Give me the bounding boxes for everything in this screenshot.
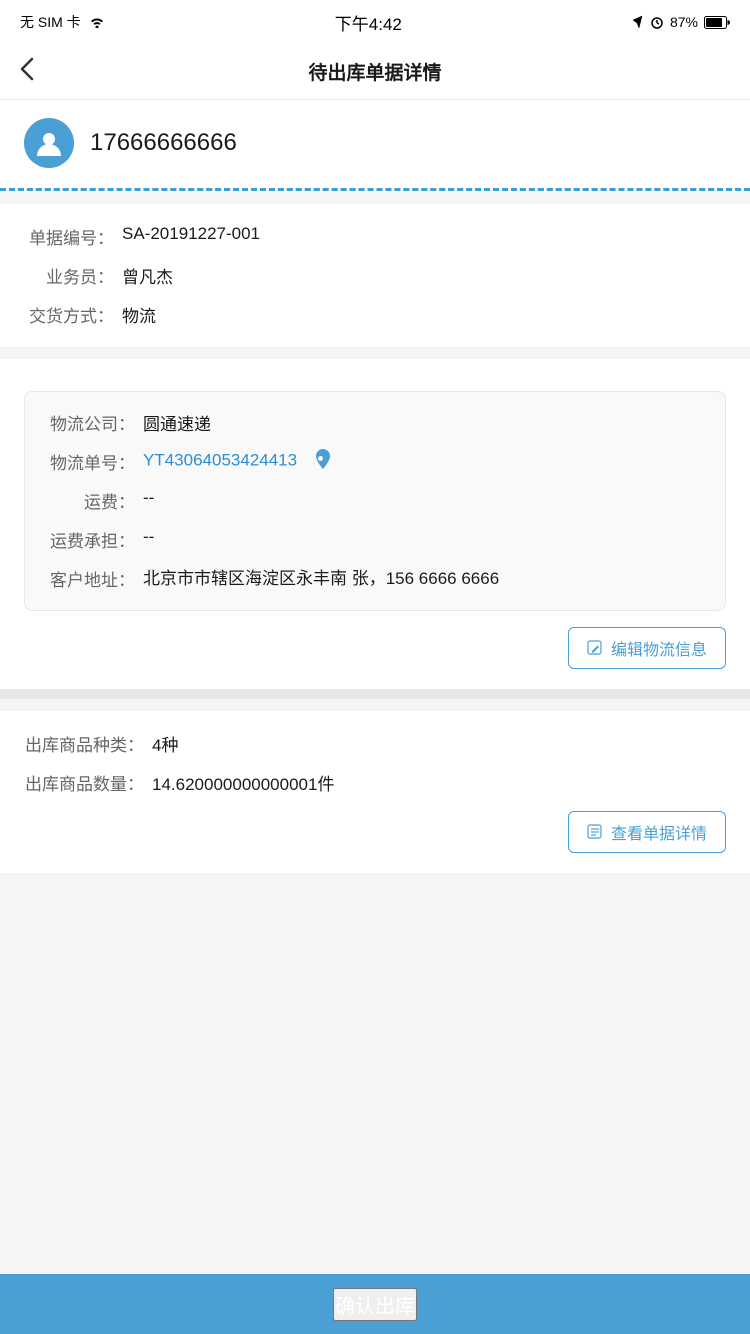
freight-value: -- (143, 488, 705, 508)
wifi-icon (89, 16, 105, 28)
battery-icon (704, 16, 730, 29)
document-icon (587, 824, 603, 840)
logistics-company-row: 物流公司： 圆通速递 (45, 410, 705, 435)
address-value: 北京市市辖区海淀区永丰南 张，156 6666 6666 (143, 566, 705, 592)
section-divider (0, 689, 750, 699)
tracking-label: 物流单号： (45, 449, 135, 474)
delivery-label: 交货方式： (24, 302, 114, 327)
tracking-value: YT43064053424413 (143, 449, 705, 473)
confirm-button[interactable]: 确认出库 (333, 1288, 417, 1321)
location-pin-icon[interactable] (312, 449, 334, 473)
freight-label: 运费： (45, 488, 135, 513)
goods-types-row: 出库商品种类： 4种 (24, 731, 726, 756)
goods-quantity-label: 出库商品数量： (24, 770, 144, 795)
edit-btn-row: 编辑物流信息 (24, 627, 726, 669)
address-row: 客户地址： 北京市市辖区海淀区永丰南 张，156 6666 6666 (45, 566, 705, 592)
bottom-spacer (0, 873, 750, 953)
alarm-icon (650, 15, 664, 29)
order-no-value: SA-20191227-001 (122, 224, 726, 244)
location-arrow-icon (632, 15, 644, 29)
goods-quantity-value: 14.620000000000001件 (152, 770, 726, 795)
logistics-company-value: 圆通速递 (143, 410, 705, 435)
logistics-card: 物流公司： 圆通速递 物流单号： YT43064053424413 运费： --… (24, 391, 726, 611)
status-bar: 无 SIM 卡 下午4:42 87% (0, 0, 750, 44)
freight-bearer-row: 运费承担： -- (45, 527, 705, 552)
delivery-value: 物流 (122, 302, 726, 327)
freight-row: 运费： -- (45, 488, 705, 513)
freight-bearer-label: 运费承担： (45, 527, 135, 552)
avatar (24, 118, 74, 168)
goods-types-label: 出库商品种类： (24, 731, 144, 756)
bottom-bar: 确认出库 (0, 1274, 750, 1334)
order-no-label: 单据编号： (24, 224, 114, 249)
goods-types-value: 4种 (152, 731, 726, 756)
address-label: 客户地址： (45, 566, 135, 591)
user-icon (34, 128, 64, 158)
delivery-row: 交货方式： 物流 (24, 302, 726, 327)
status-right: 87% (632, 14, 730, 30)
status-carrier: 无 SIM 卡 (20, 12, 105, 32)
salesman-row: 业务员： 曾凡杰 (24, 263, 726, 288)
logistics-company-label: 物流公司： (45, 410, 135, 435)
salesman-value: 曾凡杰 (122, 263, 726, 288)
view-details-button[interactable]: 查看单据详情 (568, 811, 726, 853)
tracking-row: 物流单号： YT43064053424413 (45, 449, 705, 474)
order-no-row: 单据编号： SA-20191227-001 (24, 224, 726, 249)
edit-icon (587, 640, 603, 656)
user-header: 17666666666 (0, 100, 750, 186)
goods-quantity-row: 出库商品数量： 14.620000000000001件 (24, 770, 726, 795)
user-phone: 17666666666 (90, 129, 237, 157)
edit-logistics-button[interactable]: 编辑物流信息 (568, 627, 726, 669)
back-button[interactable] (20, 49, 42, 95)
order-info-section: 单据编号： SA-20191227-001 业务员： 曾凡杰 交货方式： 物流 (0, 204, 750, 347)
status-time: 下午4:42 (335, 10, 402, 35)
freight-bearer-value: -- (143, 527, 705, 547)
dashed-separator (0, 186, 750, 192)
salesman-label: 业务员： (24, 263, 114, 288)
goods-section: 出库商品种类： 4种 出库商品数量： 14.620000000000001件 查… (0, 711, 750, 873)
page-title: 待出库单据详情 (308, 58, 441, 85)
view-btn-row: 查看单据详情 (24, 811, 726, 853)
nav-bar: 待出库单据详情 (0, 44, 750, 100)
logistics-section: 物流公司： 圆通速递 物流单号： YT43064053424413 运费： --… (0, 359, 750, 689)
